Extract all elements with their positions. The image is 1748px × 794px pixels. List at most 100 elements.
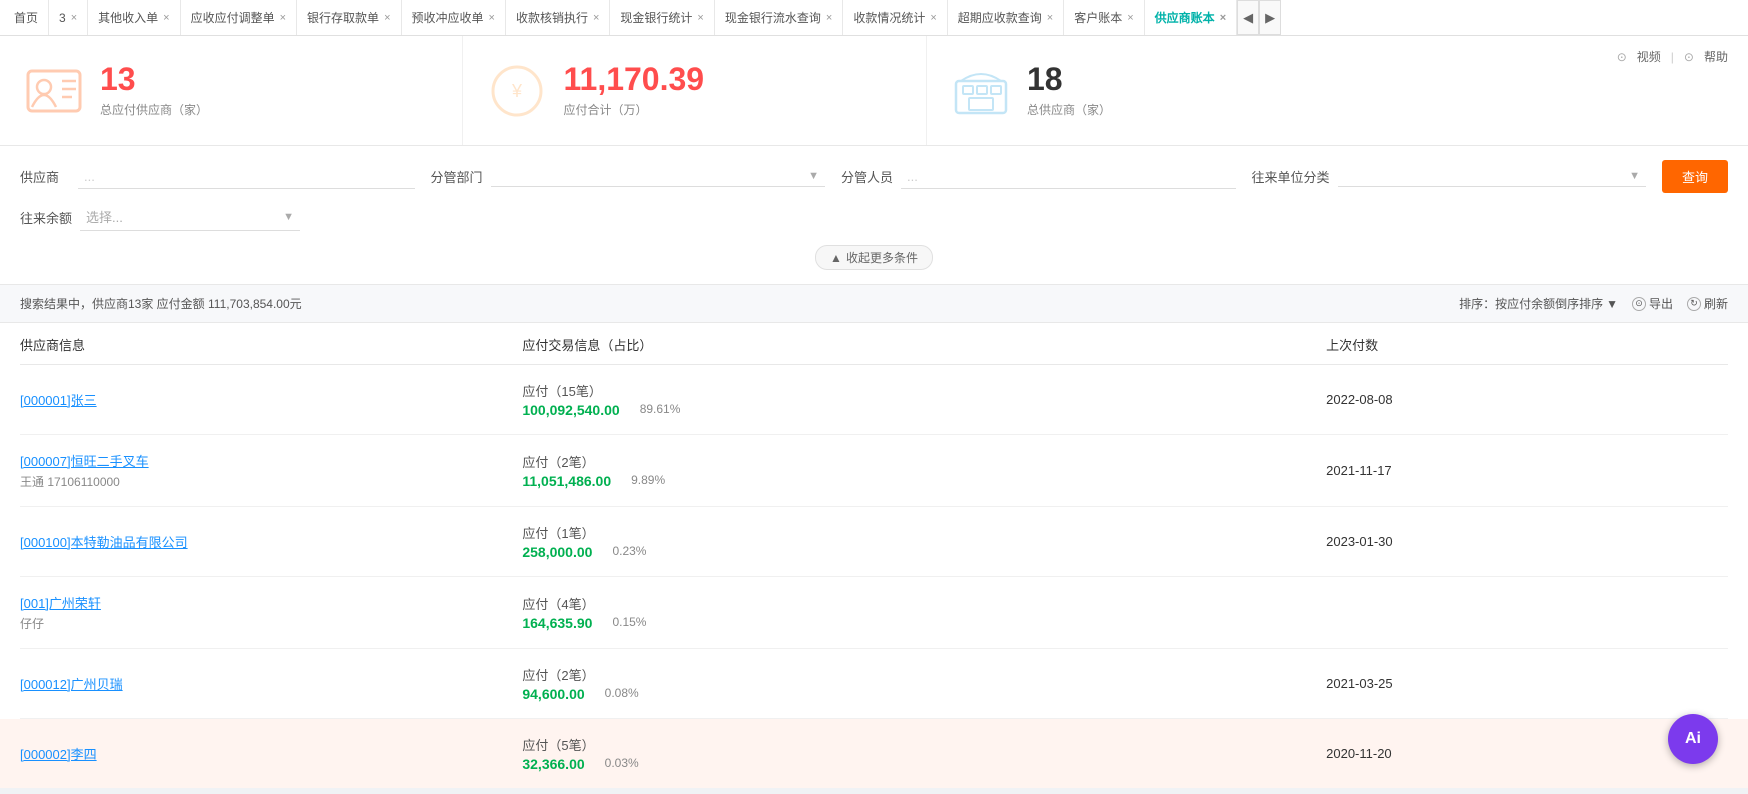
tx-amount-5: 32,366.00	[522, 756, 584, 772]
close-icon[interactable]: ×	[384, 12, 390, 24]
table-row: [000001]张三 应付（15笔） 100,092,540.00 89.61%…	[20, 365, 1728, 435]
nav-tab-customer-book-label: 客户账本	[1074, 9, 1122, 26]
person-input[interactable]	[901, 165, 1235, 189]
supplier-link-3[interactable]: [001]广州荣轩	[20, 596, 101, 611]
table-container: 供应商信息 应付交易信息（占比） 上次付数 [000001]张三 应付（15笔）…	[0, 323, 1748, 788]
col-header-lastpay: 上次付数	[1326, 335, 1728, 354]
nav-tab-cash-stat[interactable]: 现金银行统计 ×	[610, 0, 714, 35]
transaction-cell-4: 应付（2笔） 94,600.00 0.08%	[522, 665, 1326, 702]
nav-tab-adjustment-label: 应收应付调整单	[191, 9, 275, 26]
supplier-link-4[interactable]: [000012]广州贝瑞	[20, 677, 123, 692]
nav-tab-cash-flow-label: 现金银行流水查询	[725, 9, 821, 26]
tx-percent-5: 0.03%	[605, 756, 639, 770]
tx-percent-2: 0.23%	[612, 544, 646, 558]
video-link[interactable]: 视频	[1637, 48, 1661, 65]
dept-label: 分管部门	[431, 167, 483, 186]
nav-tab-bank-label: 银行存取款单	[307, 9, 379, 26]
close-icon[interactable]: ×	[826, 12, 832, 24]
tx-label-4: 应付（2笔）	[522, 665, 594, 684]
unit-class-label: 往来单位分类	[1252, 167, 1330, 186]
stats-bar: 13 总应付供应商（家） ¥ 11,170.39 应付合计（万）	[0, 36, 1748, 146]
nav-tab-receipt-verify[interactable]: 收款核销执行 ×	[506, 0, 610, 35]
stat-info-total-suppliers: 18 总供应商（家）	[1027, 63, 1111, 118]
nav-tab-cash-flow[interactable]: 现金银行流水查询 ×	[715, 0, 843, 35]
dept-select[interactable]: ▼	[491, 166, 825, 187]
refresh-button[interactable]: ↻ 刷新	[1687, 295, 1728, 312]
refresh-icon: ↻	[1687, 297, 1701, 311]
filter-dept: 分管部门 ▼	[431, 166, 826, 187]
close-icon[interactable]: ×	[1047, 12, 1053, 24]
help-links-area: ⊙ 视频 | ⊙ 帮助	[1597, 36, 1748, 145]
nav-tab-collect-stat-label: 收款情况统计	[853, 9, 925, 26]
close-icon[interactable]: ×	[1220, 12, 1226, 24]
tx-label-1: 应付（2笔）	[522, 452, 594, 471]
close-icon[interactable]: ×	[930, 12, 936, 24]
lastpay-date-1: 2021-11-17	[1326, 463, 1392, 478]
nav-tab-collect-stat[interactable]: 收款情况统计 ×	[843, 0, 947, 35]
tx-percent-3: 0.15%	[612, 615, 646, 629]
sort-select[interactable]: 排序：按应付余额倒序排序 ▼	[1459, 295, 1618, 312]
nav-tab-adjustment[interactable]: 应收应付调整单 ×	[181, 0, 297, 35]
nav-tab-bank[interactable]: 银行存取款单 ×	[297, 0, 401, 35]
nav-tab-3[interactable]: 3 ×	[49, 0, 88, 35]
supplier-cell-0: [000001]张三	[20, 390, 522, 409]
stat-info-payable-amount: 11,170.39 应付合计（万）	[563, 63, 704, 118]
supplier-cell-3: [001]广州荣轩 仔仔	[20, 593, 522, 632]
table-row: [001]广州荣轩 仔仔 应付（4笔） 164,635.90 0.15%	[20, 577, 1728, 649]
supplier-link-5[interactable]: [000002]李四	[20, 747, 97, 762]
nav-tab-home[interactable]: 首页	[4, 0, 49, 35]
supplier-link-0[interactable]: [000001]张三	[20, 393, 97, 408]
filter-person: 分管人员	[841, 165, 1236, 189]
balance-select-text: 选择...	[86, 207, 283, 226]
nav-tab-overdue[interactable]: 超期应收款查询 ×	[948, 0, 1064, 35]
nav-tab-pre-collect[interactable]: 预收冲应收单 ×	[402, 0, 506, 35]
top-nav: 首页 3 × 其他收入单 × 应收应付调整单 × 银行存取款单 × 预收冲应收单…	[0, 0, 1748, 36]
nav-prev-arrow[interactable]: ◀	[1237, 0, 1259, 35]
unit-class-select[interactable]: ▼	[1338, 166, 1646, 187]
close-icon[interactable]: ×	[280, 12, 286, 24]
close-icon[interactable]: ×	[71, 12, 77, 24]
supplier-sub-1: 王通 17106110000	[20, 473, 522, 490]
close-icon[interactable]: ×	[163, 12, 169, 24]
close-icon[interactable]: ×	[697, 12, 703, 24]
supplier-input[interactable]	[78, 165, 415, 189]
lastpay-date-2: 2023-01-30	[1326, 534, 1393, 549]
help-link[interactable]: 帮助	[1704, 48, 1728, 65]
collapse-button[interactable]: ▲ 收起更多条件	[815, 245, 933, 270]
stat-info-payable-suppliers: 13 总应付供应商（家）	[100, 63, 208, 118]
ai-assistant-button[interactable]: Ai	[1668, 714, 1718, 764]
close-icon[interactable]: ×	[593, 12, 599, 24]
transaction-cell-5: 应付（5笔） 32,366.00 0.03%	[522, 735, 1326, 772]
table-row: [000012]广州贝瑞 应付（2笔） 94,600.00 0.08% 2021…	[20, 649, 1728, 719]
lastpay-date-4: 2021-03-25	[1326, 676, 1393, 691]
results-right: 排序：按应付余额倒序排序 ▼ ⊙ 导出 ↻ 刷新	[1459, 295, 1728, 312]
circle-icon2: ⊙	[1684, 50, 1694, 64]
nav-tab-other-income[interactable]: 其他收入单 ×	[88, 0, 180, 35]
tx-amount-1: 11,051,486.00	[522, 473, 611, 489]
results-bar: 搜索结果中，供应商13家 应付金额 111,703,854.00元 排序：按应付…	[0, 285, 1748, 323]
close-icon[interactable]: ×	[1127, 12, 1133, 24]
nav-tab-cash-stat-label: 现金银行统计	[620, 9, 692, 26]
close-icon[interactable]: ×	[489, 12, 495, 24]
svg-text:¥: ¥	[511, 81, 523, 101]
table-header: 供应商信息 应付交易信息（占比） 上次付数	[20, 323, 1728, 365]
search-button[interactable]: 查询	[1662, 160, 1728, 193]
nav-tab-supplier-book[interactable]: 供应商账本 ×	[1145, 0, 1237, 35]
filter-area: 供应商 分管部门 ▼ 分管人员 往来单位分类 ▼ 查询	[0, 146, 1748, 285]
payable-amount: 11,170.39	[563, 63, 704, 95]
tx-percent-4: 0.08%	[605, 686, 639, 700]
total-supplier-count: 18	[1027, 63, 1111, 95]
export-icon: ⊙	[1632, 297, 1646, 311]
balance-select[interactable]: 选择... ▼	[80, 203, 300, 231]
chevron-down-icon2: ▼	[1629, 170, 1640, 182]
nav-tab-customer-book[interactable]: 客户账本 ×	[1064, 0, 1144, 35]
collapse-arrow-icon: ▲	[830, 251, 842, 265]
help-links: ⊙ 视频 | ⊙ 帮助	[1617, 48, 1728, 65]
filter-balance: 往来余额 选择... ▼	[20, 203, 300, 231]
payable-count-label: 总应付供应商（家）	[100, 101, 208, 118]
export-button[interactable]: ⊙ 导出	[1632, 295, 1673, 312]
supplier-link-1[interactable]: [000007]恒旺二手叉车	[20, 454, 149, 469]
payable-suppliers-icon	[24, 61, 84, 121]
supplier-link-2[interactable]: [000100]本特勒油品有限公司	[20, 535, 188, 550]
nav-next-arrow[interactable]: ▶	[1259, 0, 1281, 35]
